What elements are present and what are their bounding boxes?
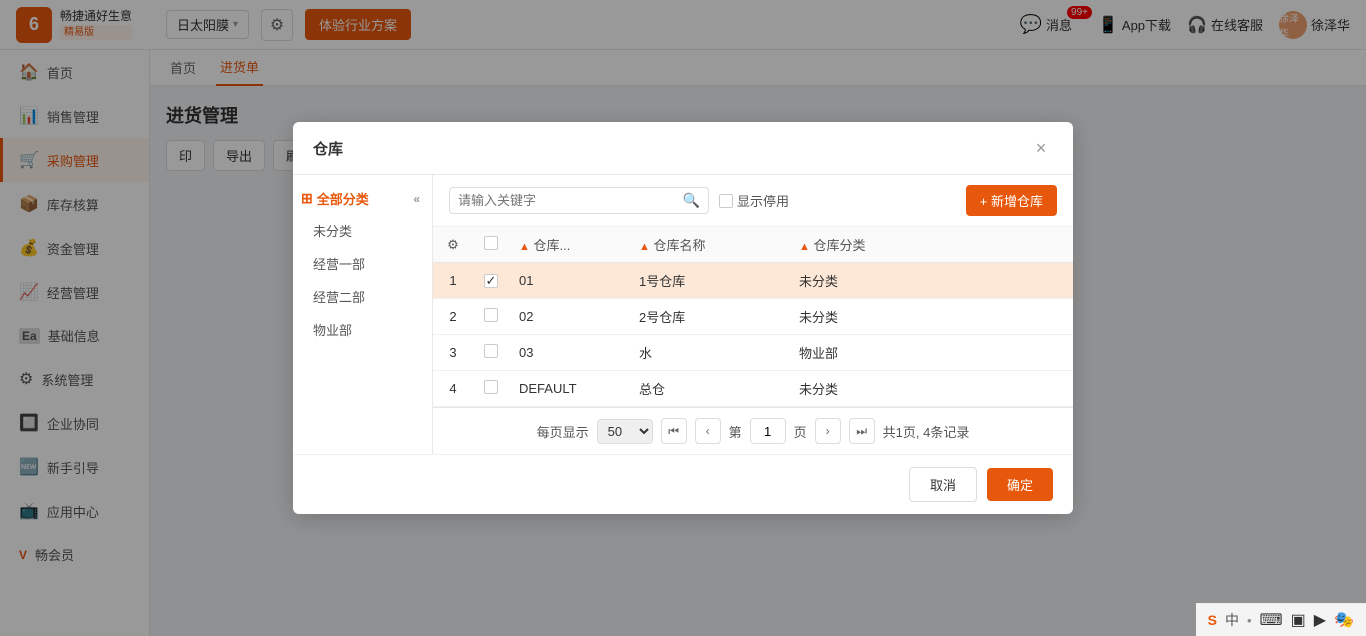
th-checkbox	[473, 227, 509, 263]
td-code: 03	[509, 335, 629, 371]
bottom-keyboard-icon[interactable]: ⌨	[1260, 610, 1283, 630]
warehouse-dialog: 仓库 × ⊞ 全部分类 « 未分类经营一部经营二部物业部	[293, 122, 1073, 514]
per-page-label: 每页显示	[537, 422, 589, 441]
td-code: 01	[509, 263, 629, 299]
all-category-label[interactable]: 全部分类	[317, 189, 369, 208]
page-unit: 页	[794, 422, 807, 441]
category-item[interactable]: 未分类	[293, 214, 432, 247]
td-name: 水	[629, 335, 789, 371]
table-row[interactable]: 4 DEFAULT 总仓 未分类	[433, 371, 1073, 407]
row-checkbox[interactable]: ✓	[484, 274, 498, 288]
td-category: 未分类	[789, 371, 1073, 407]
table-row[interactable]: 3 03 水 物业部	[433, 335, 1073, 371]
dialog-header: 仓库 ×	[293, 122, 1073, 175]
dialog-category-header: ⊞ 全部分类 «	[293, 183, 432, 214]
bottom-mask-icon[interactable]: 🎭	[1334, 610, 1354, 630]
th-category: ▲ 仓库分类	[789, 227, 1073, 263]
bottom-play-icon[interactable]: ▶	[1314, 610, 1326, 630]
td-no: 3	[433, 335, 473, 371]
category-item[interactable]: 物业部	[293, 313, 432, 346]
bottom-dot: •	[1247, 613, 1252, 628]
last-page-button[interactable]: ⏭	[849, 418, 875, 444]
dialog-footer-area: 每页显示 50 10 20 100 ⏮ ‹ 第 页 › ⏭	[433, 407, 1073, 454]
td-no: 2	[433, 299, 473, 335]
bottom-s-logo: S	[1208, 612, 1217, 628]
table-header-row: ⚙ ▲ 仓库... ▲ 仓库名称	[433, 227, 1073, 263]
dialog-overlay: 仓库 × ⊞ 全部分类 « 未分类经营一部经营二部物业部	[0, 0, 1366, 636]
dialog-main: 🔍 显示停用 + 新增仓库 ⚙	[433, 175, 1073, 454]
td-no: 4	[433, 371, 473, 407]
warehouse-table-area: ⚙ ▲ 仓库... ▲ 仓库名称	[433, 227, 1073, 407]
td-name: 1号仓库	[629, 263, 789, 299]
category-item[interactable]: 经营二部	[293, 280, 432, 313]
dialog-sidebar: ⊞ 全部分类 « 未分类经营一部经营二部物业部	[293, 175, 433, 454]
td-code: DEFAULT	[509, 371, 629, 407]
page-number-input[interactable]	[750, 418, 786, 444]
search-box: 🔍	[449, 187, 709, 214]
th-name: ▲ 仓库名称	[629, 227, 789, 263]
search-icon: 🔍	[683, 192, 700, 209]
td-name: 总仓	[629, 371, 789, 407]
pagination-bar: 每页显示 50 10 20 100 ⏮ ‹ 第 页 › ⏭	[433, 408, 1073, 454]
dialog-title: 仓库	[313, 138, 343, 159]
dialog-body: ⊞ 全部分类 « 未分类经营一部经营二部物业部 🔍	[293, 175, 1073, 454]
td-checkbox[interactable]	[473, 371, 509, 407]
td-checkbox[interactable]	[473, 299, 509, 335]
dialog-actions: 取消 确定	[293, 454, 1073, 514]
bottom-zh-btn[interactable]: 中	[1225, 610, 1239, 630]
th-code: ▲ 仓库...	[509, 227, 629, 263]
select-all-checkbox[interactable]	[484, 236, 498, 250]
confirm-button[interactable]: 确定	[987, 468, 1053, 501]
td-category: 未分类	[789, 263, 1073, 299]
page-size-select[interactable]: 50 10 20 100	[597, 419, 653, 444]
show-disabled-toggle[interactable]: 显示停用	[719, 191, 789, 210]
dialog-toolbar: 🔍 显示停用 + 新增仓库	[433, 175, 1073, 227]
td-checkbox[interactable]: ✓	[473, 263, 509, 299]
show-disabled-checkbox[interactable]	[719, 194, 733, 208]
dialog-close-button[interactable]: ×	[1029, 136, 1053, 160]
warehouse-tbody: 1 ✓ 01 1号仓库 未分类 2 02 2号仓库 未分类 3 03 水 物业部…	[433, 263, 1073, 407]
td-no: 1	[433, 263, 473, 299]
td-category: 未分类	[789, 299, 1073, 335]
row-checkbox[interactable]	[484, 380, 498, 394]
bottom-bar: S 中 • ⌨ ▣ ▶ 🎭	[1196, 603, 1366, 636]
table-row[interactable]: 1 ✓ 01 1号仓库 未分类	[433, 263, 1073, 299]
collapse-button[interactable]: «	[413, 192, 420, 206]
td-checkbox[interactable]	[473, 335, 509, 371]
cancel-button[interactable]: 取消	[909, 467, 977, 502]
page-label: 第	[729, 422, 742, 441]
next-page-button[interactable]: ›	[815, 418, 841, 444]
td-category: 物业部	[789, 335, 1073, 371]
table-row[interactable]: 2 02 2号仓库 未分类	[433, 299, 1073, 335]
td-name: 2号仓库	[629, 299, 789, 335]
category-item[interactable]: 经营一部	[293, 247, 432, 280]
bottom-screen-icon[interactable]: ▣	[1291, 610, 1306, 630]
search-input[interactable]	[458, 193, 683, 208]
th-gear: ⚙	[433, 227, 473, 263]
category-list: 未分类经营一部经营二部物业部	[293, 214, 432, 346]
warehouse-table: ⚙ ▲ 仓库... ▲ 仓库名称	[433, 227, 1073, 407]
add-warehouse-button[interactable]: + 新增仓库	[966, 185, 1057, 216]
first-page-button[interactable]: ⏮	[661, 418, 687, 444]
td-code: 02	[509, 299, 629, 335]
prev-page-button[interactable]: ‹	[695, 418, 721, 444]
row-checkbox[interactable]	[484, 308, 498, 322]
grid-icon: ⊞	[301, 190, 313, 207]
row-checkbox[interactable]	[484, 344, 498, 358]
total-info: 共1页, 4条记录	[883, 422, 970, 441]
